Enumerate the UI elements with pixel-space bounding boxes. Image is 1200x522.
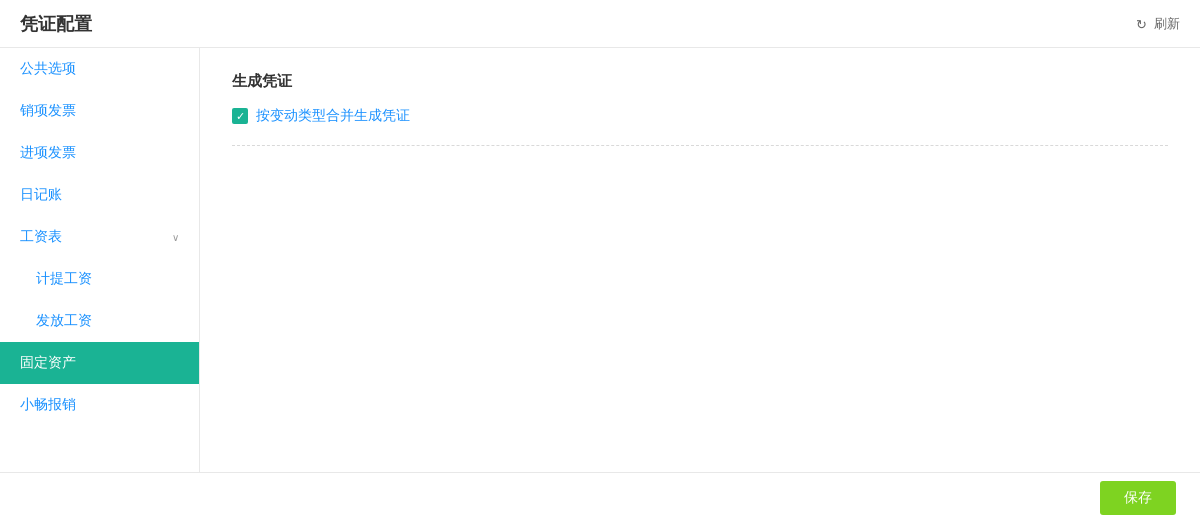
sidebar-item-calc-payroll[interactable]: 计提工资	[0, 258, 199, 300]
sidebar-item-label: 工资表	[20, 228, 62, 246]
sidebar-item-public[interactable]: 公共选项	[0, 48, 199, 90]
checkbox-row: 按变动类型合并生成凭证	[232, 107, 1168, 125]
sidebar-item-sales-invoice[interactable]: 销项发票	[0, 90, 199, 132]
main-layout: 公共选项销项发票进项发票日记账工资表 ∨ 计提工资发放工资固定资产小畅报销 生成凭证…	[0, 48, 1200, 472]
page-footer: 保存	[0, 472, 1200, 522]
sidebar: 公共选项销项发票进项发票日记账工资表 ∨ 计提工资发放工资固定资产小畅报销	[0, 48, 200, 472]
sidebar-item-label: 销项发票	[20, 102, 76, 120]
merge-checkbox[interactable]	[232, 108, 248, 124]
section-title: 生成凭证	[232, 72, 1168, 91]
save-button[interactable]: 保存	[1100, 481, 1176, 515]
page-wrapper: 凭证配置 ↻ 刷新 公共选项销项发票进项发票日记账工资表 ∨ 计提工资发放工资固定资…	[0, 0, 1200, 522]
refresh-button[interactable]: ↻ 刷新	[1136, 15, 1180, 33]
sidebar-item-payroll-table[interactable]: 工资表 ∨	[0, 216, 199, 258]
sidebar-item-label: 发放工资	[36, 312, 92, 330]
sidebar-item-label: 小畅报销	[20, 396, 76, 414]
page-header: 凭证配置 ↻ 刷新	[0, 0, 1200, 48]
sidebar-item-fixed-assets[interactable]: 固定资产	[0, 342, 199, 384]
sidebar-item-label: 公共选项	[20, 60, 76, 78]
sidebar-item-label: 日记账	[20, 186, 62, 204]
checkbox-label: 按变动类型合并生成凭证	[256, 107, 410, 125]
sidebar-item-pay-payroll[interactable]: 发放工资	[0, 300, 199, 342]
sidebar-item-purchase-invoice[interactable]: 进项发票	[0, 132, 199, 174]
page-title: 凭证配置	[20, 12, 92, 36]
sidebar-item-label: 计提工资	[36, 270, 92, 288]
chevron-down-icon: ∨	[172, 232, 179, 243]
sidebar-item-label: 固定资产	[20, 354, 76, 372]
sidebar-item-expense[interactable]: 小畅报销	[0, 384, 199, 426]
refresh-icon: ↻	[1136, 17, 1150, 31]
sidebar-item-label: 进项发票	[20, 144, 76, 162]
refresh-label: 刷新	[1154, 15, 1180, 33]
content-area: 生成凭证 按变动类型合并生成凭证	[200, 48, 1200, 472]
sidebar-item-journal[interactable]: 日记账	[0, 174, 199, 216]
section-divider	[232, 145, 1168, 146]
